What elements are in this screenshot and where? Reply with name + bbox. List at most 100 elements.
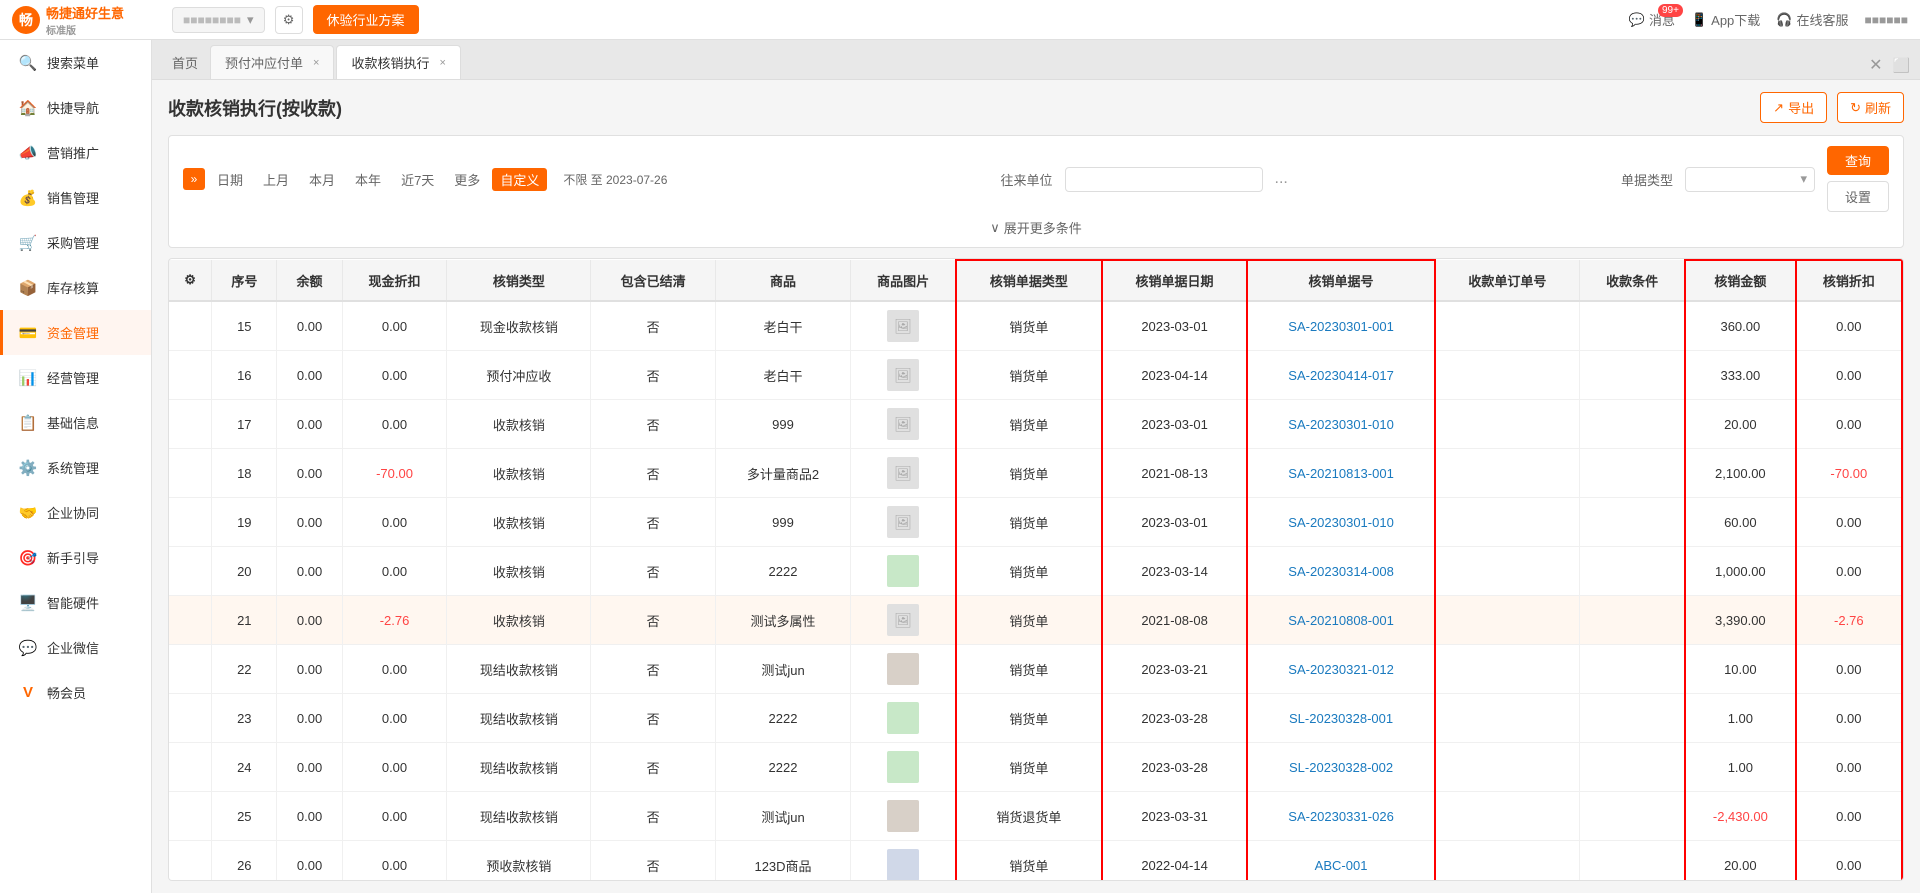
sidebar-item-marketing[interactable]: 📣 营销推广 [0, 130, 151, 175]
company-selector[interactable]: ■■■■■■■■ ▾ [172, 7, 265, 33]
download-icon: 📱 [1691, 12, 1707, 28]
table-row: 26 0.00 0.00 预收款核销 否 123D商品 销货单 2022-04-… [169, 841, 1902, 882]
refresh-button[interactable]: ↻ 刷新 [1837, 92, 1904, 123]
app-sub: 标准版 [46, 22, 124, 37]
sidebar-item-guide[interactable]: 🎯 新手引导 [0, 535, 151, 580]
td-cancel-bill-no: SA-20230321-012 [1247, 645, 1434, 694]
filter-expand-button[interactable]: » [183, 168, 205, 190]
td-cancel-bill-date: 2023-03-14 [1102, 547, 1248, 596]
td-cancel-bill-type: 销货单 [956, 841, 1102, 882]
sidebar-item-search[interactable]: 🔍 搜索菜单 [0, 40, 151, 85]
expand-more-button[interactable]: ∨ 展开更多条件 [990, 218, 1082, 237]
td-gear [169, 400, 212, 449]
th-goods-image: 商品图片 [851, 260, 956, 301]
td-cancel-discount: 0.00 [1796, 547, 1902, 596]
settings-button[interactable]: 设置 [1827, 181, 1889, 212]
industry-button[interactable]: 休验行业方案 [313, 5, 419, 34]
td-seq: 26 [212, 841, 277, 882]
sidebar-item-purchase[interactable]: 🛒 采购管理 [0, 220, 151, 265]
td-balance: 0.00 [277, 694, 342, 743]
date-this-month[interactable]: 本月 [301, 168, 343, 191]
bill-no-link[interactable]: SA-20230301-001 [1288, 319, 1394, 334]
online-service-button[interactable]: 🎧 在线客服 [1776, 10, 1848, 29]
td-cancel-bill-date: 2021-08-13 [1102, 449, 1248, 498]
goods-image: 🖼 [887, 310, 919, 342]
settings-icon[interactable]: ⚙ [275, 6, 303, 34]
bill-no-link[interactable]: SA-20210813-001 [1288, 466, 1394, 481]
sidebar-item-system[interactable]: ⚙️ 系统管理 [0, 445, 151, 490]
bill-no-link[interactable]: SA-20230414-017 [1288, 368, 1394, 383]
notification-button[interactable]: 💬 消息 99+ [1629, 10, 1675, 29]
bill-no-link[interactable]: SA-20210808-001 [1288, 613, 1394, 628]
tab-prepay[interactable]: 预付冲应付单 × [210, 45, 334, 79]
goods-image [887, 849, 919, 881]
sidebar-item-enterprise[interactable]: 🤝 企业协同 [0, 490, 151, 535]
sidebar-item-wechat[interactable]: 💬 企业微信 [0, 625, 151, 670]
customer-input[interactable] [1065, 167, 1263, 192]
td-cancel-amount: 333.00 [1685, 351, 1796, 400]
bill-no-link[interactable]: SA-20230331-026 [1288, 809, 1394, 824]
sidebar-item-sales[interactable]: 💰 销售管理 [0, 175, 151, 220]
th-cancel-discount: 核销折扣 [1796, 260, 1902, 301]
td-gear [169, 694, 212, 743]
table-row: 18 0.00 -70.00 收款核销 否 多计量商品2 🖼 销货单 2021-… [169, 449, 1902, 498]
th-cancel-bill-no: 核销单据号 [1247, 260, 1434, 301]
column-settings-icon[interactable]: ⚙ [184, 272, 196, 287]
date-more[interactable]: 更多 [446, 168, 488, 191]
td-gear [169, 498, 212, 547]
tab-collection-label: 收款核销执行 [351, 53, 429, 72]
type-select[interactable] [1685, 167, 1815, 192]
td-seq: 18 [212, 449, 277, 498]
td-cancel-bill-date: 2022-04-14 [1102, 841, 1248, 882]
app-download-button[interactable]: 📱 App下载 [1691, 10, 1760, 29]
table-row: 20 0.00 0.00 收款核销 否 2222 销货单 2023-03-14 … [169, 547, 1902, 596]
content-area: 首页 预付冲应付单 × 收款核销执行 × ✕ ⬜ 收款核销执行(按收款) ↗ [152, 40, 1920, 893]
sidebar-item-inventory[interactable]: 📦 库存核算 [0, 265, 151, 310]
th-gear: ⚙ [169, 260, 212, 301]
sidebar-item-finance[interactable]: 💳 资金管理 [0, 310, 151, 355]
td-cancel-bill-type: 销货单 [956, 449, 1102, 498]
goods-image [887, 702, 919, 734]
export-button[interactable]: ↗ 导出 [1760, 92, 1827, 123]
table-row: 16 0.00 0.00 预付冲应收 否 老白干 🖼 销货单 2023-04-1… [169, 351, 1902, 400]
sidebar-label-marketing: 营销推广 [47, 143, 99, 162]
td-seq: 24 [212, 743, 277, 792]
td-cancel-type: 收款核销 [447, 400, 591, 449]
goods-image: 🖼 [887, 408, 919, 440]
tab-collection-close[interactable]: × [439, 57, 445, 69]
bill-no-link[interactable]: SA-20230321-012 [1288, 662, 1394, 677]
bill-no-link[interactable]: ABC-001 [1315, 858, 1368, 873]
td-include-settled: 否 [591, 645, 715, 694]
query-button[interactable]: 查询 [1827, 146, 1889, 175]
tab-collection[interactable]: 收款核销执行 × [336, 45, 460, 79]
business-icon: 📊 [19, 369, 37, 387]
td-receipt-condition [1580, 449, 1685, 498]
sidebar-item-quicknav[interactable]: 🏠 快捷导航 [0, 85, 151, 130]
sidebar-item-basicinfo[interactable]: 📋 基础信息 [0, 400, 151, 445]
td-receipt-condition [1580, 498, 1685, 547]
guide-icon: 🎯 [19, 549, 37, 567]
bill-no-link[interactable]: SL-20230328-002 [1289, 760, 1393, 775]
window-close-icon[interactable]: ✕ [1869, 55, 1882, 75]
date-7days[interactable]: 近7天 [393, 168, 442, 191]
date-this-year[interactable]: 本年 [347, 168, 389, 191]
tab-home[interactable]: 首页 [162, 45, 208, 79]
sidebar-item-hardware[interactable]: 🖥️ 智能硬件 [0, 580, 151, 625]
bill-no-link[interactable]: SA-20230301-010 [1288, 417, 1394, 432]
td-cancel-amount: 2,100.00 [1685, 449, 1796, 498]
bill-no-link[interactable]: SA-20230314-008 [1288, 564, 1394, 579]
td-seq: 22 [212, 645, 277, 694]
tab-prepay-close[interactable]: × [313, 57, 319, 69]
td-receipt-order-no [1435, 449, 1580, 498]
window-maximize-icon[interactable]: ⬜ [1893, 57, 1910, 74]
td-goods-image [851, 547, 956, 596]
date-last-month[interactable]: 上月 [255, 168, 297, 191]
tab-prepay-label: 预付冲应付单 [225, 53, 303, 72]
bill-no-link[interactable]: SA-20230301-010 [1288, 515, 1394, 530]
td-cancel-bill-no: SA-20230331-026 [1247, 792, 1434, 841]
sidebar-item-business[interactable]: 📊 经营管理 [0, 355, 151, 400]
td-cancel-discount: 0.00 [1796, 400, 1902, 449]
sidebar-item-member[interactable]: V 畅会员 [0, 670, 151, 715]
date-custom[interactable]: 自定义 [492, 168, 547, 191]
bill-no-link[interactable]: SL-20230328-001 [1289, 711, 1393, 726]
